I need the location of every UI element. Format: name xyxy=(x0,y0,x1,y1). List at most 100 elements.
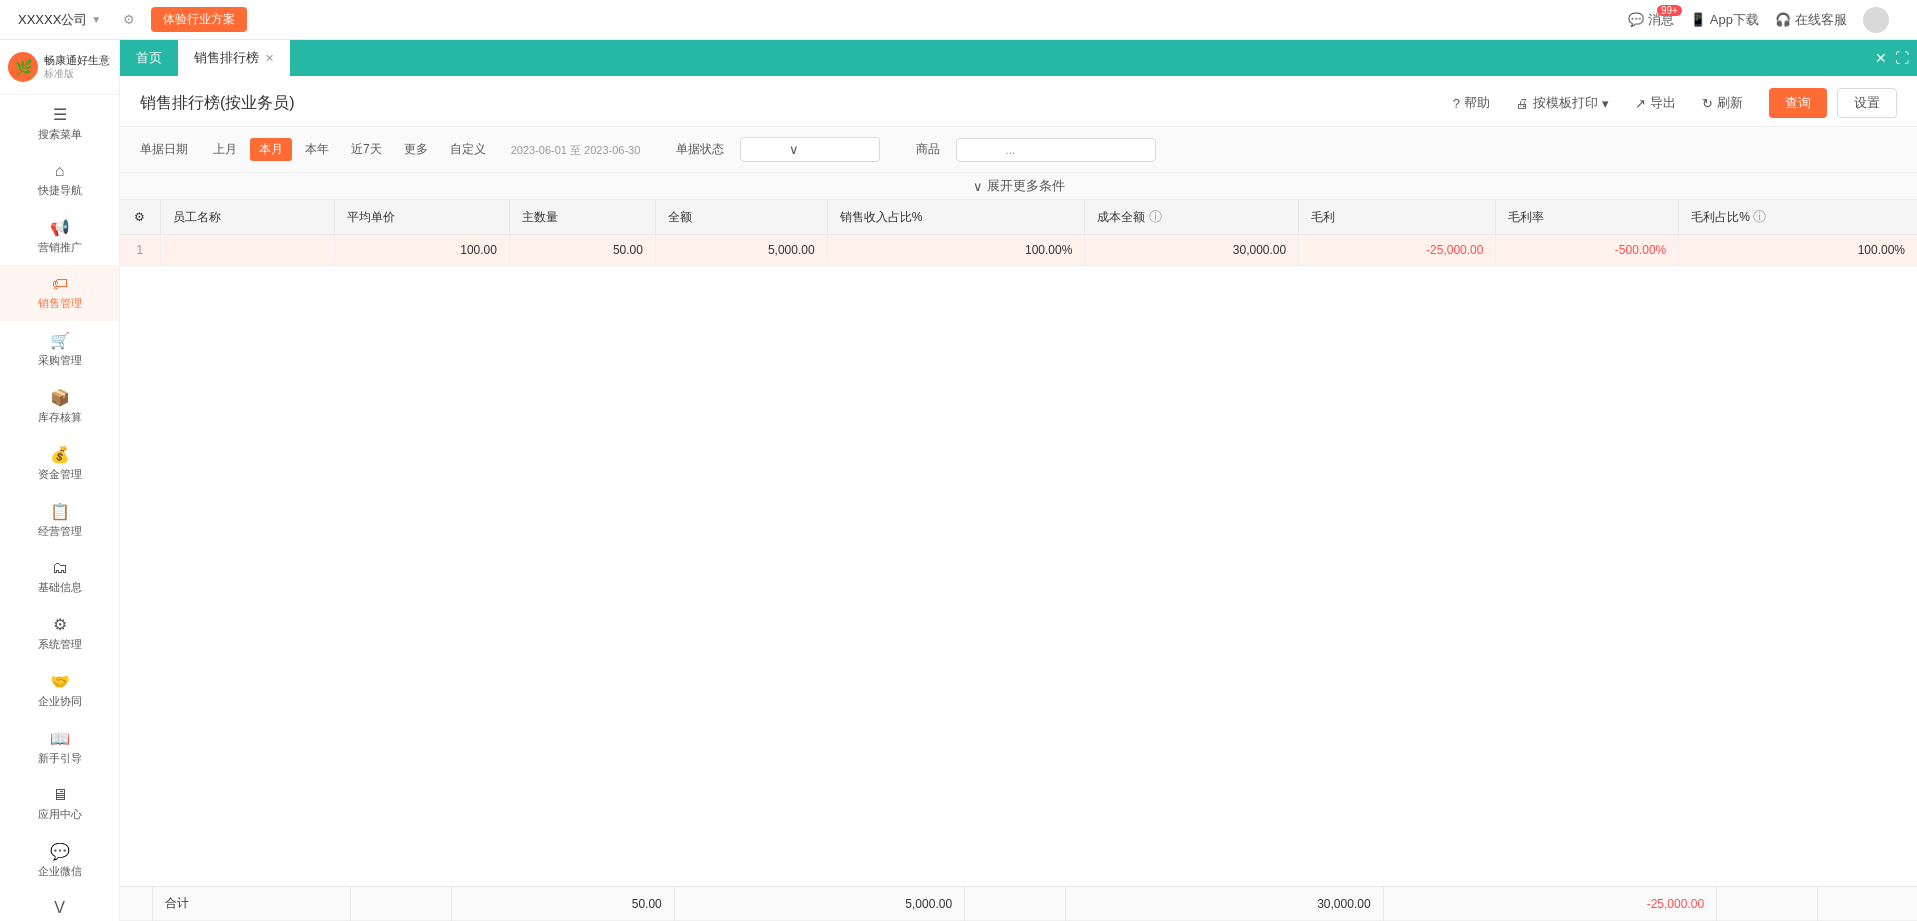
footer-sales-pct xyxy=(965,887,1066,921)
company-name: XXXXX公司 xyxy=(18,11,87,29)
help-btn[interactable]: ? 帮助 xyxy=(1445,90,1498,116)
message-badge: 99+ xyxy=(1657,5,1682,16)
page-title: 销售排行榜(按业务员) xyxy=(140,93,295,114)
sidebar-item-enterprise[interactable]: 🤝 企业协同 xyxy=(0,662,119,719)
online-service-btn[interactable]: 🎧 在线客服 xyxy=(1775,11,1847,29)
sidebar-item-member[interactable]: V 畅会员 xyxy=(0,889,119,921)
sidebar-item-system[interactable]: ⚙ 系统管理 xyxy=(0,605,119,662)
sidebar-logo: 🌿 畅康通好生意 标准版 xyxy=(0,40,119,95)
online-service-label: 在线客服 xyxy=(1795,11,1847,29)
table-body: 1 100.00 50.00 5,000.00 100.00% 30,000.0… xyxy=(120,235,1917,266)
cell-rank-0: 1 xyxy=(120,235,160,266)
message-btn[interactable]: 💬 消息 99+ xyxy=(1628,11,1674,29)
tab-home[interactable]: 首页 xyxy=(120,40,178,76)
help-icon: ? xyxy=(1453,96,1460,111)
goods-input[interactable]: ... xyxy=(956,138,1156,162)
system-label: 系统管理 xyxy=(38,637,82,652)
th-gross-rate: 毛利率 xyxy=(1496,200,1679,235)
industry-button[interactable]: 体验行业方案 xyxy=(151,7,247,32)
quick-nav-icon: ⌂ xyxy=(55,162,65,180)
last-7-days-btn[interactable]: 近7天 xyxy=(342,138,391,161)
refresh-icon: ↻ xyxy=(1702,96,1713,111)
window-close-icon[interactable]: ✕ xyxy=(1875,50,1887,66)
query-button[interactable]: 查询 xyxy=(1769,88,1827,118)
main-layout: 🌿 畅康通好生意 标准版 ☰ 搜索菜单 ⌂ 快捷导航 📢 营销推广 🏷 销售管理… xyxy=(0,40,1917,921)
doc-status-select[interactable]: ∨ xyxy=(740,137,880,162)
filter-section: 单据日期 上月 本月 本年 近7天 更多 自定义 2023-06-01 至 20… xyxy=(120,127,1917,173)
sidebar-item-wechat[interactable]: 💬 企业微信 xyxy=(0,832,119,889)
footer-row: 合计 50.00 5,000.00 30,000.00 -25,000.00 xyxy=(120,887,1917,921)
tab-sales-rank[interactable]: 销售排行榜 ✕ xyxy=(178,40,290,76)
chevron-down-icon: ▼ xyxy=(91,14,101,25)
system-icon: ⚙ xyxy=(53,615,67,634)
this-month-btn[interactable]: 本月 xyxy=(250,138,292,161)
expand-chevron-icon: ∨ xyxy=(973,179,983,194)
export-icon: ↗ xyxy=(1635,96,1646,111)
sidebar-item-basic-info[interactable]: 🗂 基础信息 xyxy=(0,549,119,605)
operations-label: 经营管理 xyxy=(38,524,82,539)
doc-status-label: 单据状态 xyxy=(676,141,724,158)
sidebar-item-inventory[interactable]: 📦 库存核算 xyxy=(0,378,119,435)
header-right: 💬 消息 99+ 📱 App下载 🎧 在线客服 xyxy=(1628,7,1905,33)
sidebar-item-sales[interactable]: 🏷 销售管理 xyxy=(0,265,119,321)
expand-bar[interactable]: ∨ 展开更多条件 xyxy=(120,173,1917,200)
cost-info-icon[interactable]: ⓘ xyxy=(1149,209,1162,224)
search-label: 搜索菜单 xyxy=(38,127,82,142)
help-label: 帮助 xyxy=(1464,94,1490,112)
export-btn[interactable]: ↗ 导出 xyxy=(1627,90,1684,116)
sidebar-item-finance[interactable]: 💰 资金管理 xyxy=(0,435,119,492)
gross-pct-info-icon[interactable]: ⓘ xyxy=(1753,209,1766,224)
sidebar-item-purchase[interactable]: 🛒 采购管理 xyxy=(0,321,119,378)
settings-button[interactable]: 设置 xyxy=(1837,88,1897,118)
export-label: 导出 xyxy=(1650,94,1676,112)
sidebar-item-search[interactable]: ☰ 搜索菜单 xyxy=(0,95,119,152)
this-year-btn[interactable]: 本年 xyxy=(296,138,338,161)
goods-ellipsis[interactable]: ... xyxy=(1005,143,1015,157)
cell-amount-0: 5,000.00 xyxy=(655,235,827,266)
th-settings[interactable]: ⚙ xyxy=(120,200,160,235)
finance-label: 资金管理 xyxy=(38,467,82,482)
cell-avg-price-0: 100.00 xyxy=(335,235,510,266)
table-header-row: ⚙ 员工名称 平均单价 主数量 全额 销售收入占比% 成本全额 ⓘ 毛利 毛利率… xyxy=(120,200,1917,235)
footer-amount: 5,000.00 xyxy=(674,887,964,921)
enterprise-label: 企业协同 xyxy=(38,694,82,709)
prev-month-btn[interactable]: 上月 xyxy=(204,138,246,161)
footer-gross-rate xyxy=(1717,887,1818,921)
avatar[interactable] xyxy=(1863,7,1889,33)
custom-date-btn[interactable]: 自定义 xyxy=(441,138,495,161)
sales-icon: 🏷 xyxy=(52,275,68,293)
sidebar-item-operations[interactable]: 📋 经营管理 xyxy=(0,492,119,549)
settings-icon-btn[interactable]: ⚙ xyxy=(115,6,143,34)
operations-icon: 📋 xyxy=(50,502,70,521)
date-filters: 上月 本月 本年 近7天 更多 自定义 xyxy=(204,138,495,161)
enterprise-icon: 🤝 xyxy=(50,672,70,691)
quick-nav-label: 快捷导航 xyxy=(38,183,82,198)
wechat-icon: 💬 xyxy=(50,842,70,861)
refresh-btn[interactable]: ↻ 刷新 xyxy=(1694,90,1751,116)
tutorial-label: 新手引导 xyxy=(38,751,82,766)
tab-bar: 首页 销售排行榜 ✕ ✕ ⛶ xyxy=(120,40,1917,76)
inventory-label: 库存核算 xyxy=(38,410,82,425)
content-area: 首页 销售排行榜 ✕ ✕ ⛶ 销售排行榜(按业务员) ? 帮助 xyxy=(120,40,1917,921)
th-cost: 成本全额 ⓘ xyxy=(1085,200,1299,235)
th-sales-pct: 销售收入占比% xyxy=(827,200,1085,235)
logo-tag: 标准版 xyxy=(44,67,110,81)
sidebar-item-tutorial[interactable]: 📖 新手引导 xyxy=(0,719,119,776)
fullscreen-icon[interactable]: ⛶ xyxy=(1895,50,1909,66)
th-avg-price: 平均单价 xyxy=(335,200,510,235)
more-dates-btn[interactable]: 更多 xyxy=(395,138,437,161)
cell-sales-pct-0: 100.00% xyxy=(827,235,1085,266)
sidebar-item-marketing[interactable]: 📢 营销推广 xyxy=(0,208,119,265)
filter-row-1: 单据日期 上月 本月 本年 近7天 更多 自定义 2023-06-01 至 20… xyxy=(140,137,1897,162)
sales-rank-table: ⚙ 员工名称 平均单价 主数量 全额 销售收入占比% 成本全额 ⓘ 毛利 毛利率… xyxy=(120,200,1917,266)
inventory-icon: 📦 xyxy=(50,388,70,407)
company-selector[interactable]: XXXXX公司 ▼ xyxy=(12,9,107,31)
tutorial-icon: 📖 xyxy=(50,729,70,748)
template-print-btn[interactable]: 🖨 按模板打印 ▾ xyxy=(1508,90,1617,116)
page-content: 销售排行榜(按业务员) ? 帮助 🖨 按模板打印 ▾ ↗ 导出 xyxy=(120,76,1917,921)
app-download-btn[interactable]: 📱 App下载 xyxy=(1690,11,1759,29)
sidebar-item-quick-nav[interactable]: ⌂ 快捷导航 xyxy=(0,152,119,208)
tab-close-icon[interactable]: ✕ xyxy=(265,52,274,65)
sidebar-item-app-center[interactable]: 🖥 应用中心 xyxy=(0,776,119,832)
tab-bar-right: ✕ ⛶ xyxy=(1875,40,1917,76)
